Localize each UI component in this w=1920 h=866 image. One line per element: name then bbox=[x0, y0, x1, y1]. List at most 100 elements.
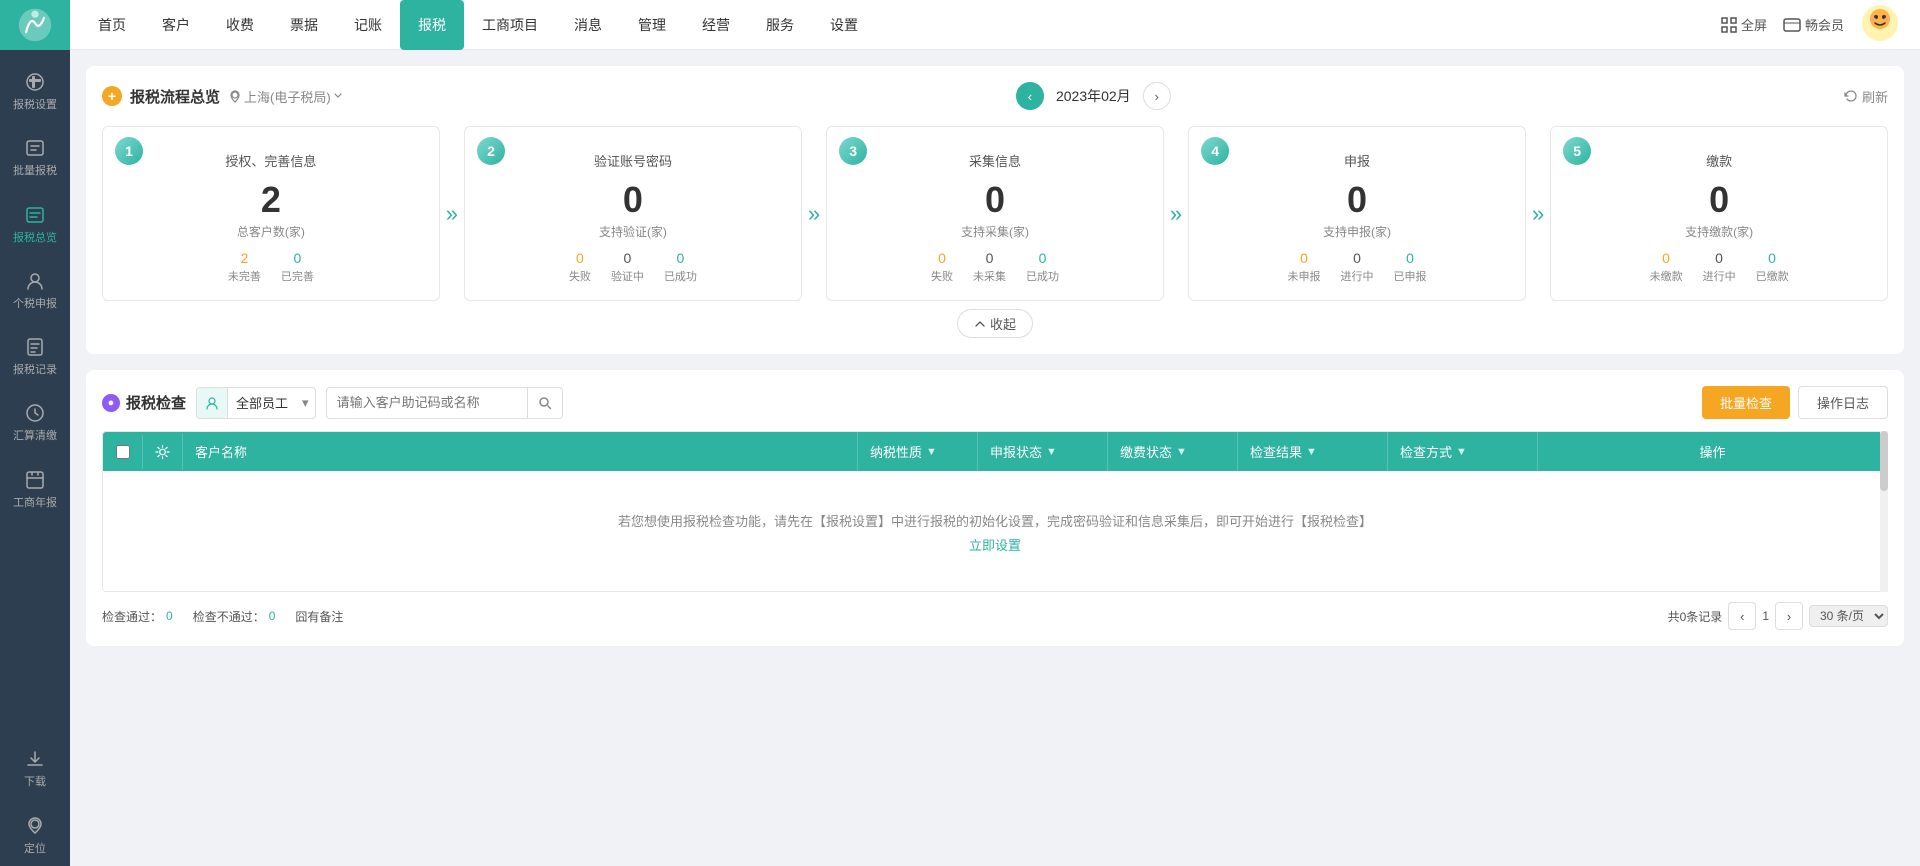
sidebar-item-settlement[interactable]: 汇算清缴 bbox=[0, 391, 70, 453]
nav-home[interactable]: 首页 bbox=[80, 0, 144, 50]
check-title: 报税检查 bbox=[126, 392, 186, 413]
th-tax-nature[interactable]: 纳税性质 ▼ bbox=[858, 432, 978, 471]
nav-management[interactable]: 管理 bbox=[620, 0, 684, 50]
stat-num-declaring: 0 bbox=[1353, 250, 1361, 266]
overview-title: 报税流程总览 bbox=[130, 86, 220, 107]
flow-cards-container: 1 授权、完善信息 2 总客户数(家) 2 未完善 0 已完善 bbox=[102, 126, 1888, 301]
stat-item-fail-2[interactable]: 0 失败 bbox=[569, 250, 591, 284]
nav-service[interactable]: 服务 bbox=[748, 0, 812, 50]
card-num-5: 0 bbox=[1567, 178, 1871, 221]
stat-label-verifying: 验证中 bbox=[611, 268, 644, 284]
table-header: 客户名称 纳税性质 ▼ 申报状态 ▼ 缴费状态 ▼ bbox=[103, 432, 1887, 471]
sidebar-item-batch-tax[interactable]: 批量报税 bbox=[0, 126, 70, 188]
stat-item-fail-3[interactable]: 0 失败 bbox=[931, 250, 953, 284]
page-size-selector[interactable]: 30 条/页 bbox=[1809, 605, 1888, 627]
scrollbar[interactable] bbox=[1880, 431, 1888, 592]
stat-item-declared[interactable]: 0 已申报 bbox=[1394, 250, 1427, 284]
top-navigation: 首页 客户 收费 票据 记账 报税 工商项目 消息 管理 经营 服务 设置 全屏… bbox=[0, 0, 1920, 50]
setup-link[interactable]: 立即设置 bbox=[969, 535, 1021, 554]
pass-label: 检查通过： bbox=[102, 608, 162, 625]
sidebar-item-tax-settings[interactable]: 报税设置 bbox=[0, 60, 70, 122]
stat-item-uncollected[interactable]: 0 未采集 bbox=[973, 250, 1006, 284]
search-button[interactable] bbox=[527, 388, 562, 418]
stat-num-unpaid: 0 bbox=[1662, 250, 1670, 266]
stat-item-unpaid[interactable]: 0 未缴款 bbox=[1650, 250, 1683, 284]
step-badge-3: 3 bbox=[839, 137, 867, 165]
location-selector[interactable]: 上海(电子税局) bbox=[228, 87, 343, 106]
stat-num-uncollected: 0 bbox=[986, 250, 994, 266]
stat-label-undeclared: 未申报 bbox=[1288, 268, 1321, 284]
has-note-label: 囧有备注 bbox=[295, 608, 343, 625]
batch-check-btn[interactable]: 批量检查 bbox=[1702, 386, 1790, 419]
stat-item-incomplete[interactable]: 2 未完善 bbox=[228, 250, 261, 284]
nav-message[interactable]: 消息 bbox=[556, 0, 620, 50]
stat-item-collected[interactable]: 0 已成功 bbox=[1026, 250, 1059, 284]
card-sub-2: 支持验证(家) bbox=[481, 223, 785, 240]
nav-tax[interactable]: 报税 bbox=[400, 0, 464, 50]
th-pay-status[interactable]: 缴费状态 ▼ bbox=[1108, 432, 1238, 471]
sidebar-item-annual-report[interactable]: 工商年报 bbox=[0, 458, 70, 520]
collapse-btn[interactable]: 收起 bbox=[957, 309, 1033, 338]
th-check-result[interactable]: 检查结果 ▼ bbox=[1238, 432, 1388, 471]
collapse-row: 收起 bbox=[102, 301, 1888, 338]
staff-selector[interactable]: 全部员工 ▾ bbox=[196, 387, 316, 419]
nav-operation[interactable]: 经营 bbox=[684, 0, 748, 50]
refresh-btn[interactable]: 刷新 bbox=[1844, 87, 1888, 106]
stat-item-verified[interactable]: 0 已成功 bbox=[664, 250, 697, 284]
nav-accounting[interactable]: 记账 bbox=[336, 0, 400, 50]
nav-settings[interactable]: 设置 bbox=[812, 0, 876, 50]
fullscreen-btn[interactable]: 全屏 bbox=[1721, 15, 1767, 34]
select-all-checkbox[interactable] bbox=[116, 445, 130, 459]
card-title-5: 缴款 bbox=[1567, 151, 1871, 170]
stat-item-complete[interactable]: 0 已完善 bbox=[281, 250, 314, 284]
search-input-wrap bbox=[326, 387, 563, 419]
location-icon bbox=[23, 814, 47, 838]
prev-month-btn[interactable]: ‹ bbox=[1016, 82, 1044, 110]
stat-item-verifying[interactable]: 0 验证中 bbox=[611, 250, 644, 284]
vip-label: 畅会员 bbox=[1805, 15, 1844, 34]
th-gear[interactable] bbox=[143, 434, 183, 470]
th-checkbox[interactable] bbox=[103, 435, 143, 469]
scroll-thumb[interactable] bbox=[1880, 431, 1888, 491]
check-header: ● 报税检查 全部员工 ▾ 批量检查 bbox=[102, 386, 1888, 419]
mascot-avatar[interactable] bbox=[1860, 3, 1900, 46]
search-input[interactable] bbox=[327, 395, 527, 410]
th-declare-status[interactable]: 申报状态 ▼ bbox=[978, 432, 1108, 471]
sidebar-label-annual-report: 工商年报 bbox=[13, 496, 57, 510]
card-title-4: 申报 bbox=[1205, 151, 1509, 170]
nav-client[interactable]: 客户 bbox=[144, 0, 208, 50]
table-area: 客户名称 纳税性质 ▼ 申报状态 ▼ 缴费状态 ▼ bbox=[102, 431, 1888, 592]
next-month-btn[interactable]: › bbox=[1143, 82, 1171, 110]
operation-log-btn[interactable]: 操作日志 bbox=[1798, 386, 1888, 419]
sidebar-item-tax-overview[interactable]: 报税总览 bbox=[0, 193, 70, 255]
nav-invoice[interactable]: 票据 bbox=[272, 0, 336, 50]
sidebar-item-location[interactable]: 定位 bbox=[0, 804, 70, 866]
stat-label-paying: 进行中 bbox=[1703, 268, 1736, 284]
next-page-btn[interactable]: › bbox=[1775, 602, 1803, 630]
vip-btn[interactable]: 畅会员 bbox=[1783, 15, 1844, 34]
stat-item-paying[interactable]: 0 进行中 bbox=[1703, 250, 1736, 284]
sidebar-item-personal-tax[interactable]: 个税申报 bbox=[0, 259, 70, 321]
prev-page-btn[interactable]: ‹ bbox=[1728, 602, 1756, 630]
pass-count[interactable]: 0 bbox=[166, 609, 173, 623]
th-check-method[interactable]: 检查方式 ▼ bbox=[1388, 432, 1538, 471]
nav-fee[interactable]: 收费 bbox=[208, 0, 272, 50]
stat-item-declaring[interactable]: 0 进行中 bbox=[1341, 250, 1374, 284]
overview-header: + 报税流程总览 上海(电子税局) ‹ 2023年02月 › 刷新 bbox=[102, 82, 1888, 110]
sidebar-item-tax-records[interactable]: 报税记录 bbox=[0, 325, 70, 387]
nav-business[interactable]: 工商项目 bbox=[464, 0, 556, 50]
card-stats-5: 0 未缴款 0 进行中 0 已缴款 bbox=[1567, 250, 1871, 284]
stat-num-verified: 0 bbox=[677, 250, 685, 266]
card-stats-4: 0 未申报 0 进行中 0 已申报 bbox=[1205, 250, 1509, 284]
check-title-icon: ● bbox=[102, 394, 120, 412]
step-badge-4: 4 bbox=[1201, 137, 1229, 165]
stat-item-paid[interactable]: 0 已缴款 bbox=[1756, 250, 1789, 284]
fail-count[interactable]: 0 bbox=[269, 609, 276, 623]
sidebar-item-download[interactable]: 下载 bbox=[0, 737, 70, 799]
card-stats-3: 0 失败 0 未采集 0 已成功 bbox=[843, 250, 1147, 284]
table-footer: 检查通过： 0 检查不通过： 0 囧有备注 共0条记录 ‹ 1 › 30 条/页 bbox=[102, 592, 1888, 630]
stat-item-undeclared[interactable]: 0 未申报 bbox=[1288, 250, 1321, 284]
app-logo[interactable] bbox=[0, 0, 70, 50]
check-title-wrap: ● 报税检查 bbox=[102, 392, 186, 413]
card-num-1: 2 bbox=[119, 178, 423, 221]
